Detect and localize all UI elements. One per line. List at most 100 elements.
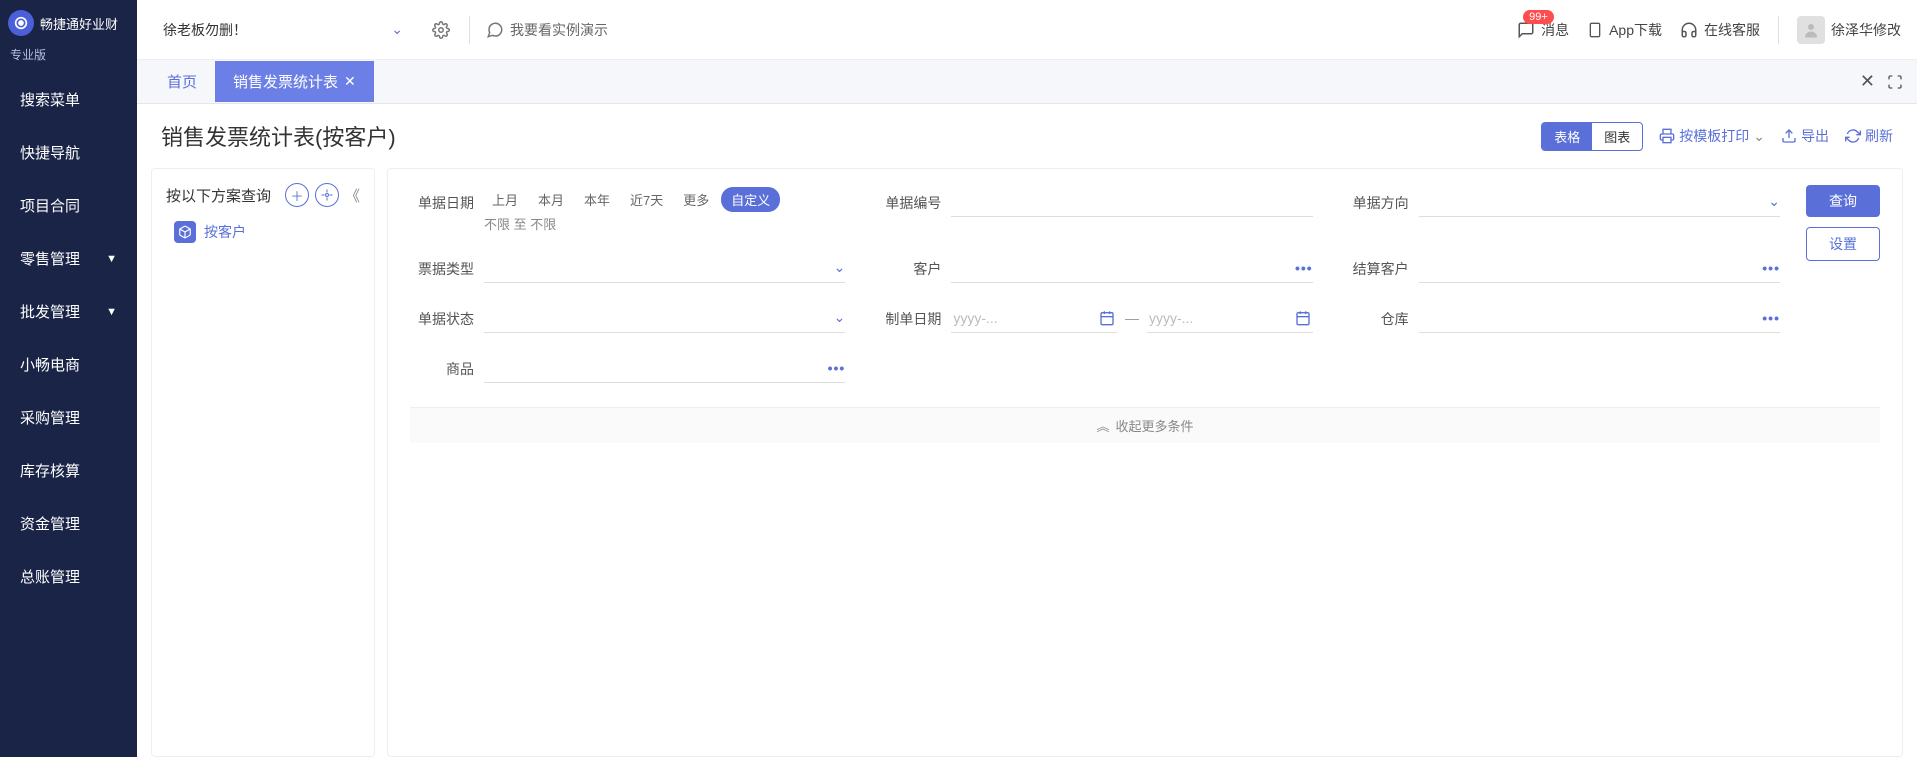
chat-icon: [486, 21, 504, 39]
docno-input[interactable]: [951, 187, 1312, 217]
calendar-icon: [1099, 310, 1115, 326]
chevron-down-icon: ▼: [106, 253, 117, 265]
export-button[interactable]: 导出: [1781, 126, 1829, 146]
collapse-panel-button[interactable]: 《: [345, 185, 360, 206]
settle-customer-picker[interactable]: •••: [1419, 253, 1780, 283]
chip-this-month[interactable]: 本月: [530, 187, 572, 212]
chevron-down-icon: ⌄: [391, 21, 403, 38]
demo-link[interactable]: 我要看实例演示: [486, 20, 608, 40]
date-range-display: 不限 至 不限: [484, 214, 845, 233]
nav-funds[interactable]: 资金管理: [0, 497, 137, 550]
brand-icon: [8, 10, 34, 36]
billtype-select[interactable]: ⌄: [484, 253, 845, 283]
chip-more[interactable]: 更多: [675, 187, 717, 212]
chip-7days[interactable]: 近7天: [622, 187, 671, 212]
filter-label-product: 商品: [410, 353, 474, 379]
printer-icon: [1659, 128, 1675, 144]
view-table-button[interactable]: 表格: [1542, 123, 1592, 150]
filter-label-docno: 单据编号: [877, 187, 941, 213]
filter-label-customer: 客户: [877, 253, 941, 279]
create-date-from[interactable]: yyyy-...: [951, 303, 1117, 333]
nav-search-menu[interactable]: 搜索菜单: [0, 73, 137, 126]
warehouse-picker[interactable]: •••: [1419, 303, 1780, 333]
cube-icon: [174, 221, 196, 243]
filter-label-warehouse: 仓库: [1345, 303, 1409, 329]
divider: [469, 16, 470, 44]
filter-label-direction: 单据方向: [1345, 187, 1409, 213]
collapse-filters-button[interactable]: ︽ 收起更多条件: [410, 407, 1880, 443]
tab-active[interactable]: 销售发票统计表 ✕: [215, 61, 374, 102]
view-chart-button[interactable]: 图表: [1592, 123, 1642, 150]
nav-wholesale[interactable]: 批发管理▼: [0, 285, 137, 338]
page-title: 销售发票统计表(按客户): [161, 120, 396, 152]
chevron-up-icon: ︽: [1096, 416, 1109, 435]
settings-button[interactable]: 设置: [1806, 227, 1880, 261]
badge-count: 99+: [1523, 10, 1554, 24]
brand-name: 畅捷通好业财: [40, 14, 118, 33]
scheme-item[interactable]: 按客户: [166, 207, 360, 257]
avatar-icon: [1797, 16, 1825, 44]
nav-quick-nav[interactable]: 快捷导航: [0, 126, 137, 179]
brand-edition: 专业版: [0, 46, 137, 73]
refresh-icon: [1845, 128, 1861, 144]
filter-label-billtype: 票据类型: [410, 253, 474, 279]
nav-purchase[interactable]: 采购管理: [0, 391, 137, 444]
chevron-down-icon: ⌄: [1768, 193, 1780, 210]
nav-retail[interactable]: 零售管理▼: [0, 232, 137, 285]
support-button[interactable]: 在线客服: [1680, 20, 1760, 40]
scheme-label: 按客户: [204, 222, 246, 242]
sidebar: 畅捷通好业财 专业版 搜索菜单 快捷导航 项目合同 零售管理▼ 批发管理▼ 小畅…: [0, 0, 137, 757]
nav-inventory[interactable]: 库存核算: [0, 444, 137, 497]
scheme-panel-title: 按以下方案查询: [166, 185, 271, 206]
status-select[interactable]: ⌄: [484, 303, 845, 333]
chip-last-month[interactable]: 上月: [484, 187, 526, 212]
chevron-down-icon: ▼: [106, 306, 117, 318]
topbar: 徐老板勿删！ ⌄ 我要看实例演示 99+ 消息: [137, 0, 1917, 60]
chip-this-year[interactable]: 本年: [576, 187, 618, 212]
filter-label-status: 单据状态: [410, 303, 474, 329]
page-header: 销售发票统计表(按客户) 表格 图表 按模板打印 ⌄ 导: [137, 104, 1917, 168]
product-picker[interactable]: •••: [484, 353, 845, 383]
print-button[interactable]: 按模板打印 ⌄: [1659, 126, 1765, 146]
filter-label-date: 单据日期: [410, 187, 474, 213]
more-icon: •••: [1762, 310, 1780, 326]
more-icon: •••: [1295, 260, 1313, 276]
more-icon: •••: [1762, 260, 1780, 276]
chip-custom[interactable]: 自定义: [721, 187, 780, 212]
filter-panel: 查询 设置 单据日期 上月 本月 本年 近7天 更多: [387, 168, 1903, 757]
nav-ecommerce[interactable]: 小畅电商: [0, 338, 137, 391]
query-button[interactable]: 查询: [1806, 185, 1880, 217]
customer-picker[interactable]: •••: [951, 253, 1312, 283]
scheme-panel: 按以下方案查询 ＋ 《 按客户: [151, 168, 375, 757]
chevron-down-icon: ⌄: [834, 259, 846, 276]
divider: [1778, 16, 1779, 44]
refresh-button[interactable]: 刷新: [1845, 126, 1893, 146]
direction-select[interactable]: ⌄: [1419, 187, 1780, 217]
close-all-icon[interactable]: ✕: [1860, 71, 1875, 92]
filter-label-settle-customer: 结算客户: [1345, 253, 1409, 279]
phone-icon: [1587, 21, 1603, 39]
nav-ledger[interactable]: 总账管理: [0, 550, 137, 603]
nav-project-contract[interactable]: 项目合同: [0, 179, 137, 232]
view-toggle: 表格 图表: [1541, 122, 1643, 151]
add-scheme-button[interactable]: ＋: [285, 183, 309, 207]
chevron-down-icon: ⌄: [834, 309, 846, 326]
tab-home[interactable]: 首页: [149, 61, 215, 102]
chevron-down-icon: ⌄: [1753, 128, 1765, 145]
app-download-button[interactable]: App下载: [1587, 20, 1662, 40]
tabs-bar: 首页 销售发票统计表 ✕ ✕: [137, 60, 1917, 104]
user-menu[interactable]: 徐泽华修改: [1797, 16, 1901, 44]
fullscreen-icon[interactable]: [1887, 74, 1903, 90]
settings-icon[interactable]: [429, 18, 453, 42]
export-icon: [1781, 128, 1797, 144]
create-date-to[interactable]: yyyy-...: [1147, 303, 1313, 333]
org-name: 徐老板勿删！: [163, 20, 247, 40]
filter-label-create-date: 制单日期: [877, 303, 941, 329]
close-icon[interactable]: ✕: [344, 73, 356, 90]
calendar-icon: [1295, 310, 1311, 326]
org-selector[interactable]: 徐老板勿删！ ⌄: [153, 14, 413, 46]
messages-button[interactable]: 99+ 消息: [1517, 20, 1569, 40]
brand-logo: 畅捷通好业财: [0, 0, 137, 46]
date-separator: —: [1125, 310, 1139, 326]
scheme-settings-button[interactable]: [315, 183, 339, 207]
